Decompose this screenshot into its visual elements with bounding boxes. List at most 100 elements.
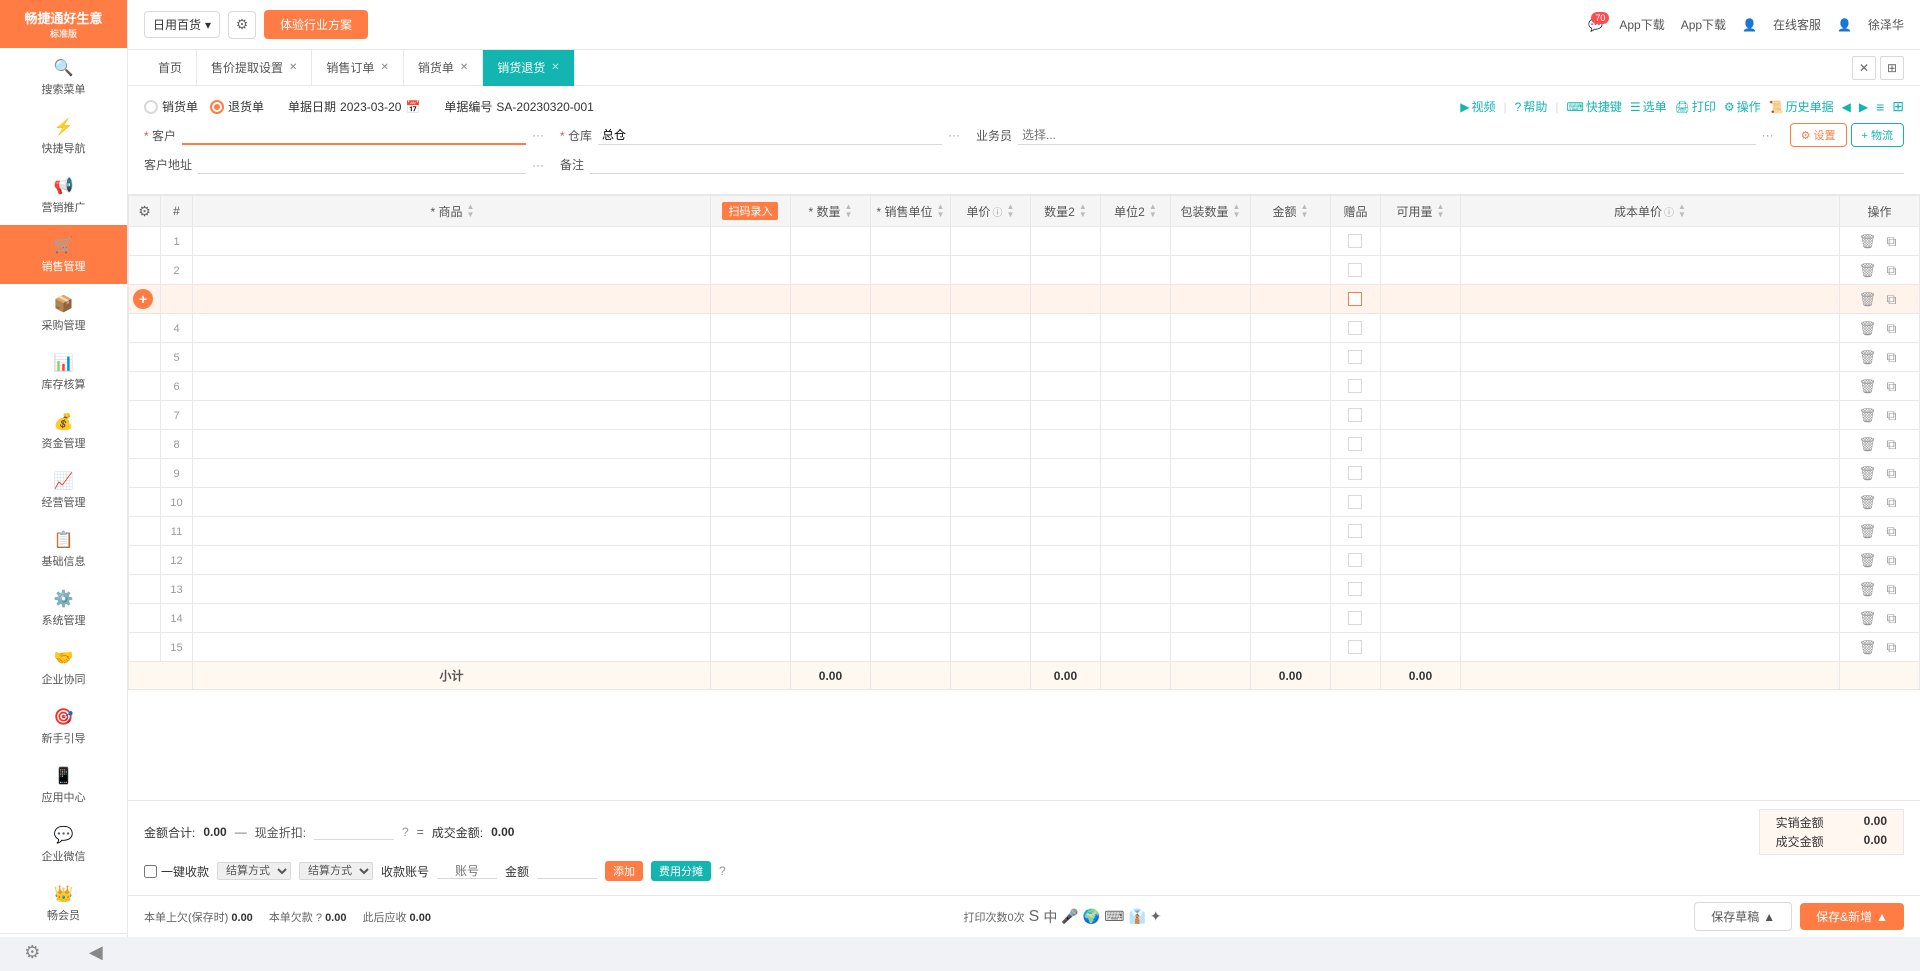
print-btn[interactable]: 🖨 打印 bbox=[1675, 98, 1716, 115]
address-input[interactable] bbox=[198, 155, 526, 174]
tool1-icon[interactable]: 中 bbox=[1043, 907, 1057, 927]
tab-price-extract[interactable]: 售价提取设置 ✕ bbox=[197, 50, 312, 86]
delete-row-btn[interactable]: 🗑 bbox=[1858, 434, 1878, 454]
maximize-tab-btn[interactable]: ⊞ bbox=[1880, 56, 1904, 80]
gift-checkbox[interactable] bbox=[1348, 582, 1362, 596]
copy-row-btn[interactable]: ⧉ bbox=[1882, 376, 1902, 396]
amount-input[interactable] bbox=[537, 864, 597, 879]
sidebar-item-wecom[interactable]: 💬 企业微信 bbox=[0, 815, 127, 874]
salesperson-ellipsis[interactable]: ··· bbox=[1762, 128, 1774, 142]
row-pack-qty-cell[interactable] bbox=[1170, 227, 1250, 256]
delete-row-btn[interactable]: 🗑 bbox=[1858, 492, 1878, 512]
gift-checkbox[interactable] bbox=[1348, 263, 1362, 277]
sidebar-item-search[interactable]: 🔍 搜索菜单 bbox=[0, 48, 127, 107]
tab-sales-return[interactable]: 销货退货 ✕ bbox=[483, 50, 574, 86]
operate-btn[interactable]: ⚙ 操作 bbox=[1724, 98, 1761, 115]
copy-row-btn[interactable]: ⧉ bbox=[1882, 492, 1902, 512]
add-logistics-button[interactable]: + 物流 bbox=[1851, 123, 1904, 147]
close-tab-btn[interactable]: ✕ bbox=[1852, 56, 1876, 80]
cash-discount-input[interactable] bbox=[314, 825, 394, 840]
delete-row-btn[interactable]: 🗑 bbox=[1858, 405, 1878, 425]
help-btn[interactable]: ? 帮助 bbox=[1515, 98, 1548, 115]
tab-sales-order-close[interactable]: ✕ bbox=[380, 62, 388, 73]
fee-split-help-icon[interactable]: ? bbox=[719, 864, 726, 878]
cash-discount-help-icon[interactable]: ? bbox=[402, 825, 409, 839]
save-draft-button[interactable]: 保存草稿 ▲ bbox=[1694, 902, 1792, 931]
copy-row-btn[interactable]: ⧉ bbox=[1882, 637, 1902, 657]
row-qty2-cell[interactable] bbox=[1030, 227, 1100, 256]
app-download-text[interactable]: App下载 bbox=[1681, 16, 1726, 33]
fee-split-button[interactable]: 费用分摊 bbox=[651, 861, 711, 881]
col-barcode[interactable]: 扫码录入 bbox=[710, 196, 790, 227]
gift-checkbox[interactable] bbox=[1348, 379, 1362, 393]
copy-row-btn[interactable]: ⧉ bbox=[1882, 289, 1902, 309]
gift-checkbox[interactable] bbox=[1348, 292, 1362, 306]
app-download-link[interactable]: App下载 bbox=[1619, 16, 1664, 33]
one-key-collect-label[interactable]: 一键收款 bbox=[144, 863, 209, 880]
row-goods-cell[interactable] bbox=[193, 227, 711, 256]
copy-row-btn[interactable]: ⧉ bbox=[1882, 231, 1902, 251]
col-unit2-sort[interactable]: ▲▼ bbox=[1149, 203, 1157, 219]
prev-doc-btn[interactable]: ◀ bbox=[1842, 100, 1851, 114]
account-input[interactable] bbox=[437, 864, 497, 879]
col-settings-icon[interactable]: ⚙ bbox=[138, 203, 151, 219]
col-available-sort[interactable]: ▲▼ bbox=[1437, 203, 1445, 219]
grid-view-btn[interactable]: ⊞ bbox=[1892, 98, 1904, 115]
save-new-button[interactable]: 保存&新增 ▲ bbox=[1800, 903, 1904, 930]
salesperson-input[interactable] bbox=[1018, 126, 1756, 145]
delete-row-btn[interactable]: 🗑 bbox=[1858, 521, 1878, 541]
copy-row-btn[interactable]: ⧉ bbox=[1882, 608, 1902, 628]
calendar-icon[interactable]: 📅 bbox=[405, 100, 420, 114]
gift-checkbox[interactable] bbox=[1348, 524, 1362, 538]
sidebar-item-enterprise[interactable]: 🤝 企业协同 bbox=[0, 638, 127, 697]
col-cost-price-sort[interactable]: ▲▼ bbox=[1678, 203, 1686, 219]
col-sales-unit-sort[interactable]: ▲▼ bbox=[937, 203, 945, 219]
gift-checkbox[interactable] bbox=[1348, 234, 1362, 248]
copy-row-btn[interactable]: ⧉ bbox=[1882, 318, 1902, 338]
one-key-collect-checkbox[interactable] bbox=[144, 865, 157, 878]
sidebar-item-system[interactable]: ⚙️ 系统管理 bbox=[0, 579, 127, 638]
scan-input-button[interactable]: 扫码录入 bbox=[722, 202, 778, 220]
tab-sales-return-close[interactable]: ✕ bbox=[551, 62, 559, 73]
delete-row-btn[interactable]: 🗑 bbox=[1858, 231, 1878, 251]
setting-button[interactable]: ⚙ 设置 bbox=[1790, 123, 1847, 147]
row-amount-cell[interactable] bbox=[1250, 227, 1330, 256]
settlement-select[interactable]: 结算方式 bbox=[217, 862, 291, 880]
copy-row-btn[interactable]: ⧉ bbox=[1882, 550, 1902, 570]
debt-help-icon[interactable]: ? bbox=[316, 912, 322, 924]
tool3-icon[interactable]: 🌍 bbox=[1083, 908, 1100, 925]
breadcrumb-select[interactable]: 日用百货 ▾ bbox=[144, 11, 220, 38]
video-btn[interactable]: ▶ 视频 bbox=[1460, 98, 1495, 115]
gift-checkbox[interactable] bbox=[1348, 611, 1362, 625]
tool2-icon[interactable]: 🎤 bbox=[1061, 908, 1078, 925]
sidebar-item-marketing[interactable]: 📢 营销推广 bbox=[0, 166, 127, 225]
delete-row-btn[interactable]: 🗑 bbox=[1858, 637, 1878, 657]
list-view-btn[interactable]: ≡ bbox=[1876, 99, 1884, 115]
col-amount-sort[interactable]: ▲▼ bbox=[1301, 203, 1309, 219]
copy-row-btn[interactable]: ⧉ bbox=[1882, 405, 1902, 425]
tab-sales-bill[interactable]: 销货单 ✕ bbox=[404, 50, 483, 86]
gift-checkbox[interactable] bbox=[1348, 350, 1362, 364]
col-goods-sort[interactable]: ▲▼ bbox=[467, 203, 475, 219]
radio-return-bill[interactable]: 退货单 bbox=[210, 98, 264, 115]
tab-home[interactable]: 首页 bbox=[144, 50, 197, 86]
warehouse-ellipsis[interactable]: ··· bbox=[948, 128, 960, 142]
gift-checkbox[interactable] bbox=[1348, 553, 1362, 567]
radio-sale-bill[interactable]: 销货单 bbox=[144, 98, 198, 115]
sidebar-item-purchase[interactable]: 📦 采购管理 bbox=[0, 284, 127, 343]
copy-row-btn[interactable]: ⧉ bbox=[1882, 521, 1902, 541]
tool4-icon[interactable]: ⌨ bbox=[1104, 908, 1124, 925]
delete-row-btn[interactable]: 🗑 bbox=[1858, 608, 1878, 628]
delete-row-btn[interactable]: 🗑 bbox=[1858, 289, 1878, 309]
experience-btn[interactable]: 体验行业方案 bbox=[264, 10, 368, 39]
sidebar-item-quicknav[interactable]: ⚡ 快捷导航 bbox=[0, 107, 127, 166]
gift-checkbox[interactable] bbox=[1348, 437, 1362, 451]
goods-input-active[interactable] bbox=[197, 292, 706, 306]
settings-gear-button[interactable]: ⚙ bbox=[228, 11, 256, 39]
gift-checkbox[interactable] bbox=[1348, 321, 1362, 335]
sidebar-item-finance[interactable]: 💰 资金管理 bbox=[0, 402, 127, 461]
delete-row-btn[interactable]: 🗑 bbox=[1858, 579, 1878, 599]
col-settings[interactable]: ⚙ bbox=[129, 196, 161, 227]
row-gift-cell[interactable] bbox=[1330, 227, 1380, 256]
add-payment-button[interactable]: 添加 bbox=[605, 861, 643, 881]
